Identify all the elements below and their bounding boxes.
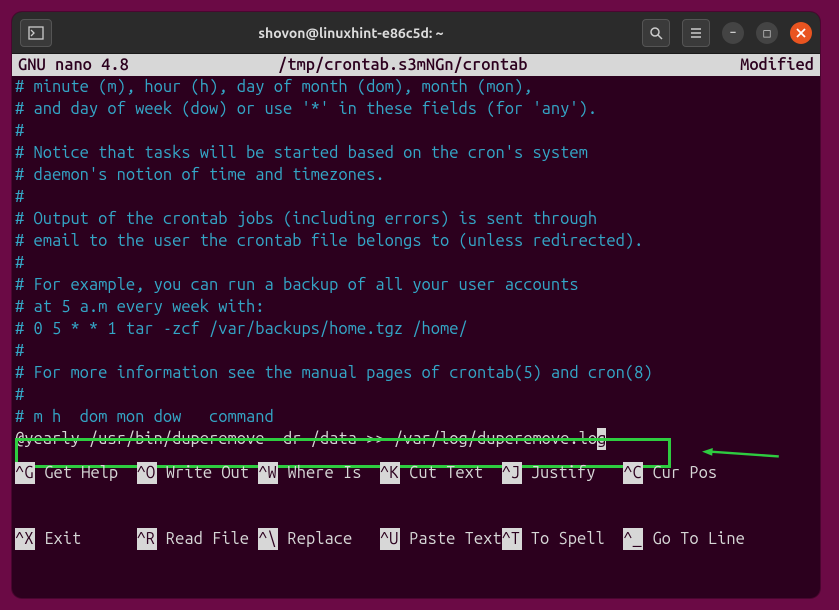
comment-line: # <box>15 384 817 406</box>
comment-line: # 0 5 * * 1 tar -zcf /var/backups/home.t… <box>15 318 817 340</box>
comment-line: # <box>15 252 817 274</box>
comment-line: # For more information see the manual pa… <box>15 362 817 384</box>
comment-line: # and day of week (dow) or use '*' in th… <box>15 98 817 120</box>
comment-line: # <box>15 186 817 208</box>
menu-button[interactable] <box>682 19 710 47</box>
maximize-button[interactable]: □ <box>756 22 778 44</box>
shortcut-key: ^W <box>258 462 278 484</box>
new-terminal-button[interactable] <box>20 19 52 47</box>
nano-shortcuts: ^G Get Help ^O Write Out ^W Where Is ^K … <box>12 418 820 598</box>
window-title: shovon@linuxhint-e86c5d: ~ <box>60 25 642 41</box>
shortcut-key: ^T <box>502 528 522 550</box>
shortcut-key: ^X <box>15 528 35 550</box>
search-button[interactable] <box>642 19 670 47</box>
comment-line: # <box>15 120 817 142</box>
shortcut-key: ^U <box>380 528 400 550</box>
nano-status: Modified <box>740 54 814 76</box>
terminal-area[interactable]: GNU nano 4.8 /tmp/crontab.s3mNGn/crontab… <box>12 54 820 598</box>
comment-line: # Notice that tasks will be started base… <box>15 142 817 164</box>
editor-content[interactable]: # minute (m), hour (h), day of month (do… <box>12 76 820 450</box>
comment-line: # For example, you can run a backup of a… <box>15 274 817 296</box>
shortcut-key: ^G <box>15 462 35 484</box>
nano-app-name: GNU nano 4.8 <box>18 54 278 76</box>
comment-line: # email to the user the crontab file bel… <box>15 230 817 252</box>
shortcut-key: ^O <box>137 462 157 484</box>
terminal-window: shovon@linuxhint-e86c5d: ~ – □ GNU nano … <box>12 12 820 598</box>
comment-line: # Output of the crontab jobs (including … <box>15 208 817 230</box>
shortcut-key: ^\ <box>258 528 278 550</box>
shortcut-key: ^K <box>380 462 400 484</box>
shortcut-key: ^J <box>502 462 522 484</box>
shortcut-key: ^R <box>137 528 157 550</box>
comment-line: # <box>15 340 817 362</box>
comment-line: # daemon's notion of time and timezones. <box>15 164 817 186</box>
comment-line: # at 5 a.m every week with: <box>15 296 817 318</box>
shortcut-key: ^C <box>623 462 643 484</box>
nano-header: GNU nano 4.8 /tmp/crontab.s3mNGn/crontab… <box>12 54 820 76</box>
minimize-button[interactable]: – <box>722 22 744 44</box>
shortcut-key: ^_ <box>623 528 643 550</box>
close-button[interactable] <box>790 22 812 44</box>
comment-line: # minute (m), hour (h), day of month (do… <box>15 76 817 98</box>
nano-file-path: /tmp/crontab.s3mNGn/crontab <box>278 54 740 76</box>
titlebar: shovon@linuxhint-e86c5d: ~ – □ <box>12 12 820 54</box>
